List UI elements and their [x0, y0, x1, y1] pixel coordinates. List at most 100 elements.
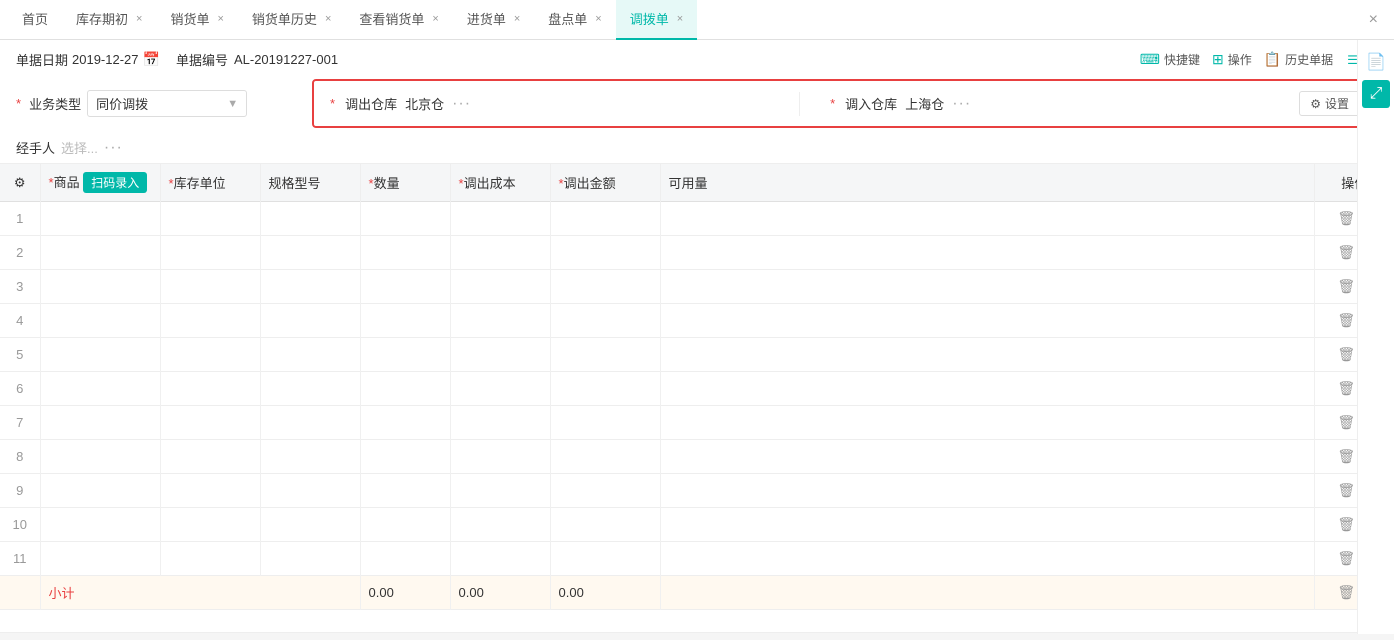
cell-product[interactable] [40, 338, 160, 372]
cell-qty[interactable] [360, 236, 450, 270]
tab-sales-order[interactable]: 销货单 × [156, 0, 237, 40]
delete-icon[interactable]: 🗑 [1337, 516, 1355, 533]
th-settings[interactable]: ⚙ [0, 164, 40, 202]
cell-amount[interactable] [550, 338, 660, 372]
business-type-select[interactable]: 同价调拨 ▼ [87, 90, 247, 117]
cell-qty[interactable] [360, 338, 450, 372]
cell-amount[interactable] [550, 304, 660, 338]
cell-product[interactable] [40, 508, 160, 542]
cell-product[interactable] [40, 542, 160, 576]
cell-spec[interactable] [260, 304, 360, 338]
cell-spec[interactable] [260, 236, 360, 270]
window-close-button[interactable]: × [1361, 11, 1386, 29]
tab-transfer[interactable]: 调拨单 × [616, 0, 697, 40]
cell-spec[interactable] [260, 270, 360, 304]
cell-unit[interactable] [160, 508, 260, 542]
tab-sales-history-close[interactable]: × [325, 13, 331, 25]
cell-cost[interactable] [450, 372, 550, 406]
cell-unit[interactable] [160, 270, 260, 304]
cell-cost[interactable] [450, 304, 550, 338]
tab-home[interactable]: 首页 [8, 0, 62, 40]
bottom-scrollbar[interactable] [0, 632, 1394, 640]
handler-more[interactable]: ··· [104, 139, 123, 157]
cell-qty[interactable] [360, 270, 450, 304]
subtotal-delete-icon[interactable]: 🗑 [1337, 584, 1355, 601]
cell-qty[interactable] [360, 474, 450, 508]
cell-product[interactable] [40, 202, 160, 236]
tab-stocktake[interactable]: 盘点单 × [534, 0, 615, 40]
cell-amount[interactable] [550, 202, 660, 236]
delete-icon[interactable]: 🗑 [1337, 210, 1355, 227]
cell-product[interactable] [40, 270, 160, 304]
cell-product[interactable] [40, 304, 160, 338]
cell-spec[interactable] [260, 372, 360, 406]
delete-icon[interactable]: 🗑 [1337, 278, 1355, 295]
cell-qty[interactable] [360, 406, 450, 440]
cell-cost[interactable] [450, 236, 550, 270]
cell-product[interactable] [40, 474, 160, 508]
cell-cost[interactable] [450, 542, 550, 576]
cell-unit[interactable] [160, 236, 260, 270]
cell-spec[interactable] [260, 202, 360, 236]
delete-icon[interactable]: 🗑 [1337, 380, 1355, 397]
cell-qty[interactable] [360, 508, 450, 542]
cell-qty[interactable] [360, 440, 450, 474]
cell-unit[interactable] [160, 474, 260, 508]
cell-product[interactable] [40, 440, 160, 474]
cell-product[interactable] [40, 236, 160, 270]
warehouse-in-more[interactable]: ··· [952, 95, 971, 113]
cell-cost[interactable] [450, 440, 550, 474]
cell-amount[interactable] [550, 372, 660, 406]
cell-cost[interactable] [450, 270, 550, 304]
cell-unit[interactable] [160, 406, 260, 440]
tab-transfer-close[interactable]: × [677, 13, 683, 25]
cell-qty[interactable] [360, 202, 450, 236]
tab-sales-order-close[interactable]: × [217, 13, 223, 25]
cell-amount[interactable] [550, 440, 660, 474]
cell-spec[interactable] [260, 338, 360, 372]
cell-qty[interactable] [360, 372, 450, 406]
settings-button[interactable]: ⚙ 设置 [1299, 91, 1360, 116]
scan-entry-button[interactable]: 扫码录入 [83, 172, 147, 193]
delete-icon[interactable]: 🗑 [1337, 448, 1355, 465]
panel-expand-icon[interactable]: ⤢ [1362, 80, 1390, 108]
cell-qty[interactable] [360, 542, 450, 576]
cell-amount[interactable] [550, 236, 660, 270]
cell-unit[interactable] [160, 338, 260, 372]
delete-icon[interactable]: 🗑 [1337, 244, 1355, 261]
history-btn[interactable]: 📋 历史单据 [1264, 51, 1333, 68]
cell-cost[interactable] [450, 338, 550, 372]
tab-view-sales[interactable]: 查看销货单 × [345, 0, 452, 40]
cell-spec[interactable] [260, 542, 360, 576]
cell-unit[interactable] [160, 440, 260, 474]
cell-amount[interactable] [550, 542, 660, 576]
cell-amount[interactable] [550, 406, 660, 440]
cell-amount[interactable] [550, 508, 660, 542]
delete-icon[interactable]: 🗑 [1337, 312, 1355, 329]
tab-purchase-order-close[interactable]: × [514, 13, 520, 25]
tab-view-sales-close[interactable]: × [432, 13, 438, 25]
delete-icon[interactable]: 🗑 [1337, 346, 1355, 363]
tab-inventory-init[interactable]: 库存期初 × [62, 0, 156, 40]
tab-purchase-order[interactable]: 进货单 × [453, 0, 534, 40]
delete-icon[interactable]: 🗑 [1337, 550, 1355, 567]
cell-product[interactable] [40, 406, 160, 440]
cell-cost[interactable] [450, 406, 550, 440]
operations-btn[interactable]: ⊞ 操作 [1212, 51, 1252, 68]
cell-qty[interactable] [360, 304, 450, 338]
panel-doc-icon[interactable]: 📄 [1362, 48, 1390, 76]
cell-unit[interactable] [160, 542, 260, 576]
delete-icon[interactable]: 🗑 [1337, 482, 1355, 499]
cell-spec[interactable] [260, 508, 360, 542]
warehouse-out-more[interactable]: ··· [452, 95, 471, 113]
cell-spec[interactable] [260, 440, 360, 474]
cell-spec[interactable] [260, 474, 360, 508]
cell-amount[interactable] [550, 474, 660, 508]
cell-cost[interactable] [450, 474, 550, 508]
cell-cost[interactable] [450, 508, 550, 542]
tab-sales-history[interactable]: 销货单历史 × [238, 0, 345, 40]
calendar-icon[interactable]: 📅 [143, 51, 160, 68]
cell-amount[interactable] [550, 270, 660, 304]
cell-product[interactable] [40, 372, 160, 406]
cell-spec[interactable] [260, 406, 360, 440]
